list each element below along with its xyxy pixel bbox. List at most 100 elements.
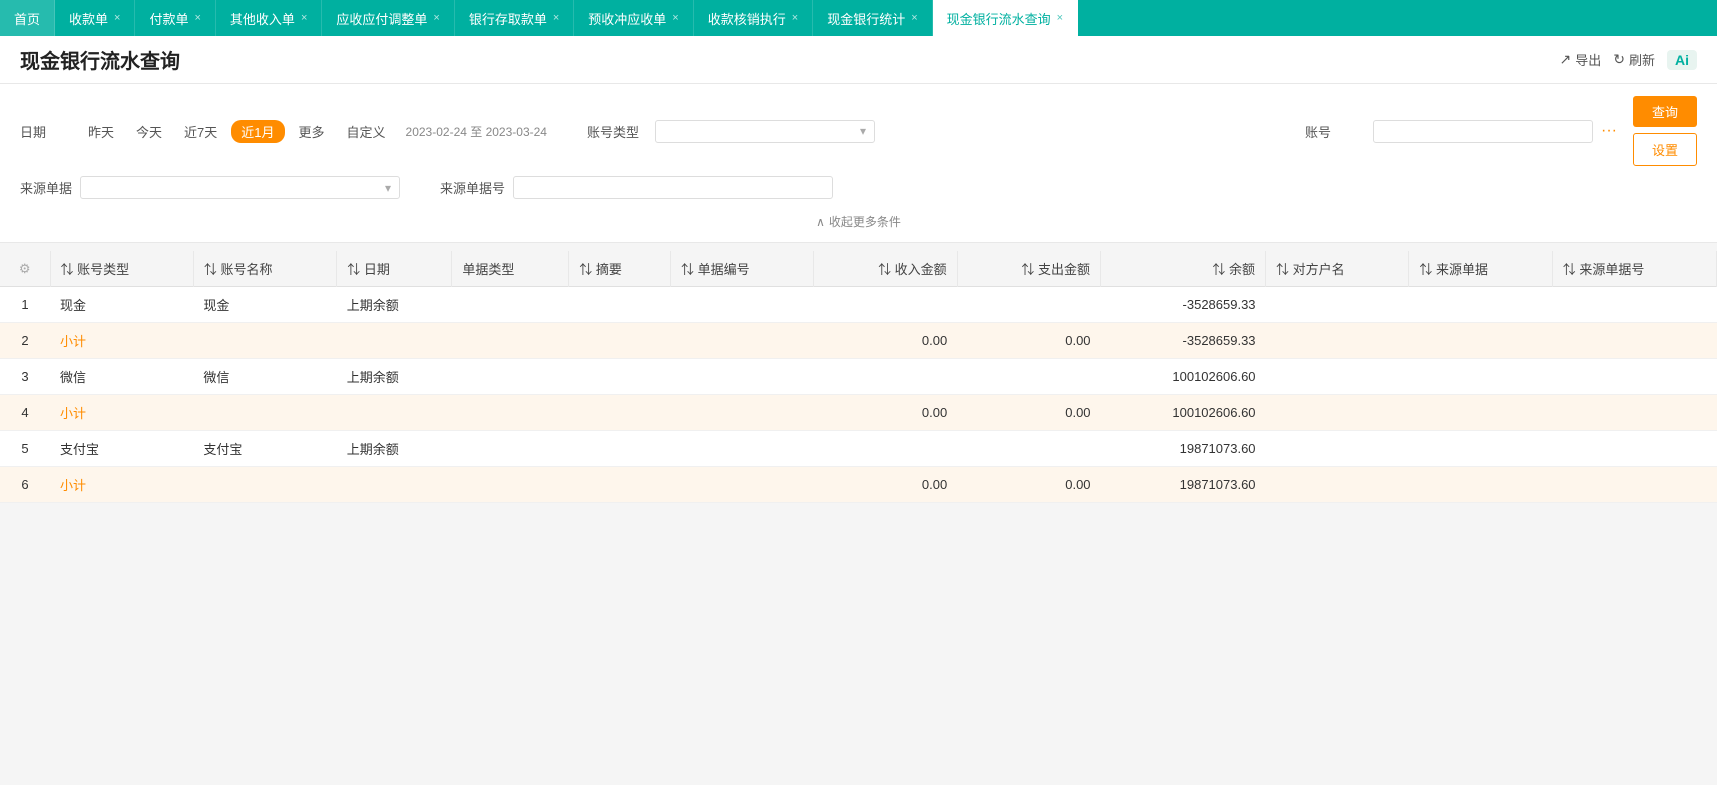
source-doc-select[interactable]: ▾: [80, 176, 400, 199]
td-doc-type: [452, 395, 569, 431]
td-seq: 3: [0, 359, 50, 395]
close-icon[interactable]: ×: [792, 12, 798, 24]
nav-other-income[interactable]: 其他收入单 ×: [216, 0, 322, 36]
td-account-type: 小计: [50, 323, 193, 359]
th-summary: ⇅ 摘要: [569, 251, 671, 287]
nav-home[interactable]: 首页: [0, 0, 55, 36]
td-date: 上期余额: [337, 287, 452, 323]
nav-cash-bank-stats[interactable]: 现金银行统计 ×: [813, 0, 932, 36]
account-input[interactable]: [1382, 124, 1584, 139]
nav-advance-offset[interactable]: 预收冲应收单 ×: [574, 0, 693, 36]
date-yesterday[interactable]: 昨天: [80, 120, 122, 143]
account-label: 账号: [1305, 122, 1365, 141]
td-expense: [957, 431, 1100, 467]
th-account-name: ⇅ 账号名称: [193, 251, 336, 287]
nav-ar-adjustment[interactable]: 应收应付调整单 ×: [322, 0, 454, 36]
nav-cash-bank-flow[interactable]: 现金银行流水查询 ×: [933, 0, 1078, 36]
td-account-name: [193, 323, 336, 359]
more-options-button[interactable]: ···: [1601, 122, 1617, 140]
td-counterpart: [1266, 431, 1409, 467]
source-doc-no-label: 来源单据号: [440, 178, 505, 197]
right-buttons: 查询 设置: [1633, 96, 1697, 166]
td-source-doc: [1409, 287, 1552, 323]
table-header-row: ⚙ ⇅ 账号类型 ⇅ 账号名称 ⇅ 日期 单据类型 ⇅ 摘要 ⇅: [0, 251, 1717, 287]
close-icon[interactable]: ×: [301, 12, 307, 24]
close-icon[interactable]: ×: [911, 12, 917, 24]
date-custom[interactable]: 自定义: [339, 120, 394, 143]
td-seq: 2: [0, 323, 50, 359]
td-source-doc-no: [1552, 467, 1716, 503]
settings-icon[interactable]: ⚙: [19, 261, 31, 276]
td-date: [337, 395, 452, 431]
td-expense: [957, 359, 1100, 395]
collapse-bar[interactable]: ∧ 收起更多条件: [20, 209, 1697, 234]
td-counterpart: [1266, 395, 1409, 431]
export-button[interactable]: ↗ 导出: [1560, 50, 1602, 69]
td-doc-type: [452, 287, 569, 323]
td-account-name: [193, 467, 336, 503]
chevron-down-icon: ▾: [860, 124, 866, 138]
th-doc-no: ⇅ 单据编号: [670, 251, 813, 287]
td-account-name: [193, 395, 336, 431]
top-nav: 首页 收款单 × 付款单 × 其他收入单 × 应收应付调整单 × 银行存取款单 …: [0, 0, 1717, 36]
date-7days[interactable]: 近7天: [176, 120, 225, 143]
th-settings[interactable]: ⚙: [0, 251, 50, 287]
th-account-type-label: ⇅ 账号类型: [61, 262, 130, 277]
close-icon[interactable]: ×: [433, 12, 439, 24]
td-date: [337, 467, 452, 503]
td-summary: [569, 431, 671, 467]
date-today[interactable]: 今天: [128, 120, 170, 143]
date-more[interactable]: 更多: [291, 120, 333, 143]
close-icon[interactable]: ×: [194, 12, 200, 24]
table-row: 6小计0.000.0019871073.60: [0, 467, 1717, 503]
td-seq: 6: [0, 467, 50, 503]
filter-row-date: 日期 昨天 今天 近7天 近1月 更多 自定义 2023-02-24 至 202…: [20, 96, 1697, 166]
td-summary: [569, 467, 671, 503]
td-source-doc: [1409, 431, 1552, 467]
nav-receipt-verify[interactable]: 收款核销执行 ×: [694, 0, 813, 36]
td-date: 上期余额: [337, 431, 452, 467]
th-balance: ⇅ 余额: [1101, 251, 1266, 287]
close-icon[interactable]: ×: [553, 12, 559, 24]
td-doc-type: [452, 323, 569, 359]
settings-button[interactable]: 设置: [1633, 133, 1697, 166]
table-row: 2小计0.000.00-3528659.33: [0, 323, 1717, 359]
td-balance: -3528659.33: [1101, 287, 1266, 323]
td-doc-no: [670, 323, 813, 359]
nav-receipt[interactable]: 收款单 ×: [55, 0, 135, 36]
td-source-doc-no: [1552, 431, 1716, 467]
nav-bank-deposit[interactable]: 银行存取款单 ×: [455, 0, 574, 36]
th-doc-type: 单据类型: [452, 251, 569, 287]
close-icon[interactable]: ×: [672, 12, 678, 24]
export-icon: ↗: [1560, 51, 1572, 68]
td-balance: -3528659.33: [1101, 323, 1266, 359]
td-expense: 0.00: [957, 323, 1100, 359]
td-account-type: 小计: [50, 467, 193, 503]
td-balance: 19871073.60: [1101, 467, 1266, 503]
td-income: 0.00: [814, 323, 957, 359]
refresh-button[interactable]: ↻ 刷新: [1613, 50, 1655, 69]
account-type-select[interactable]: ▾: [655, 120, 875, 143]
table-row: 4小计0.000.00100102606.60: [0, 395, 1717, 431]
query-button[interactable]: 查询: [1633, 96, 1697, 127]
td-expense: 0.00: [957, 395, 1100, 431]
ai-badge[interactable]: Ai: [1667, 50, 1697, 70]
td-doc-no: [670, 431, 813, 467]
td-counterpart: [1266, 467, 1409, 503]
table-area: ⚙ ⇅ 账号类型 ⇅ 账号名称 ⇅ 日期 单据类型 ⇅ 摘要 ⇅: [0, 251, 1717, 503]
td-date: [337, 323, 452, 359]
source-doc-no-input[interactable]: [522, 180, 824, 195]
td-summary: [569, 395, 671, 431]
source-doc-no-input-wrap: [513, 176, 833, 199]
close-icon[interactable]: ×: [114, 12, 120, 24]
td-source-doc-no: [1552, 323, 1716, 359]
td-doc-no: [670, 287, 813, 323]
table-row: 1现金现金上期余额-3528659.33: [0, 287, 1717, 323]
date-1month[interactable]: 近1月: [231, 120, 284, 143]
td-balance: 100102606.60: [1101, 395, 1266, 431]
close-icon[interactable]: ×: [1057, 12, 1063, 24]
td-account-name: 微信: [193, 359, 336, 395]
td-doc-no: [670, 395, 813, 431]
nav-payment[interactable]: 付款单 ×: [135, 0, 215, 36]
td-doc-type: [452, 359, 569, 395]
